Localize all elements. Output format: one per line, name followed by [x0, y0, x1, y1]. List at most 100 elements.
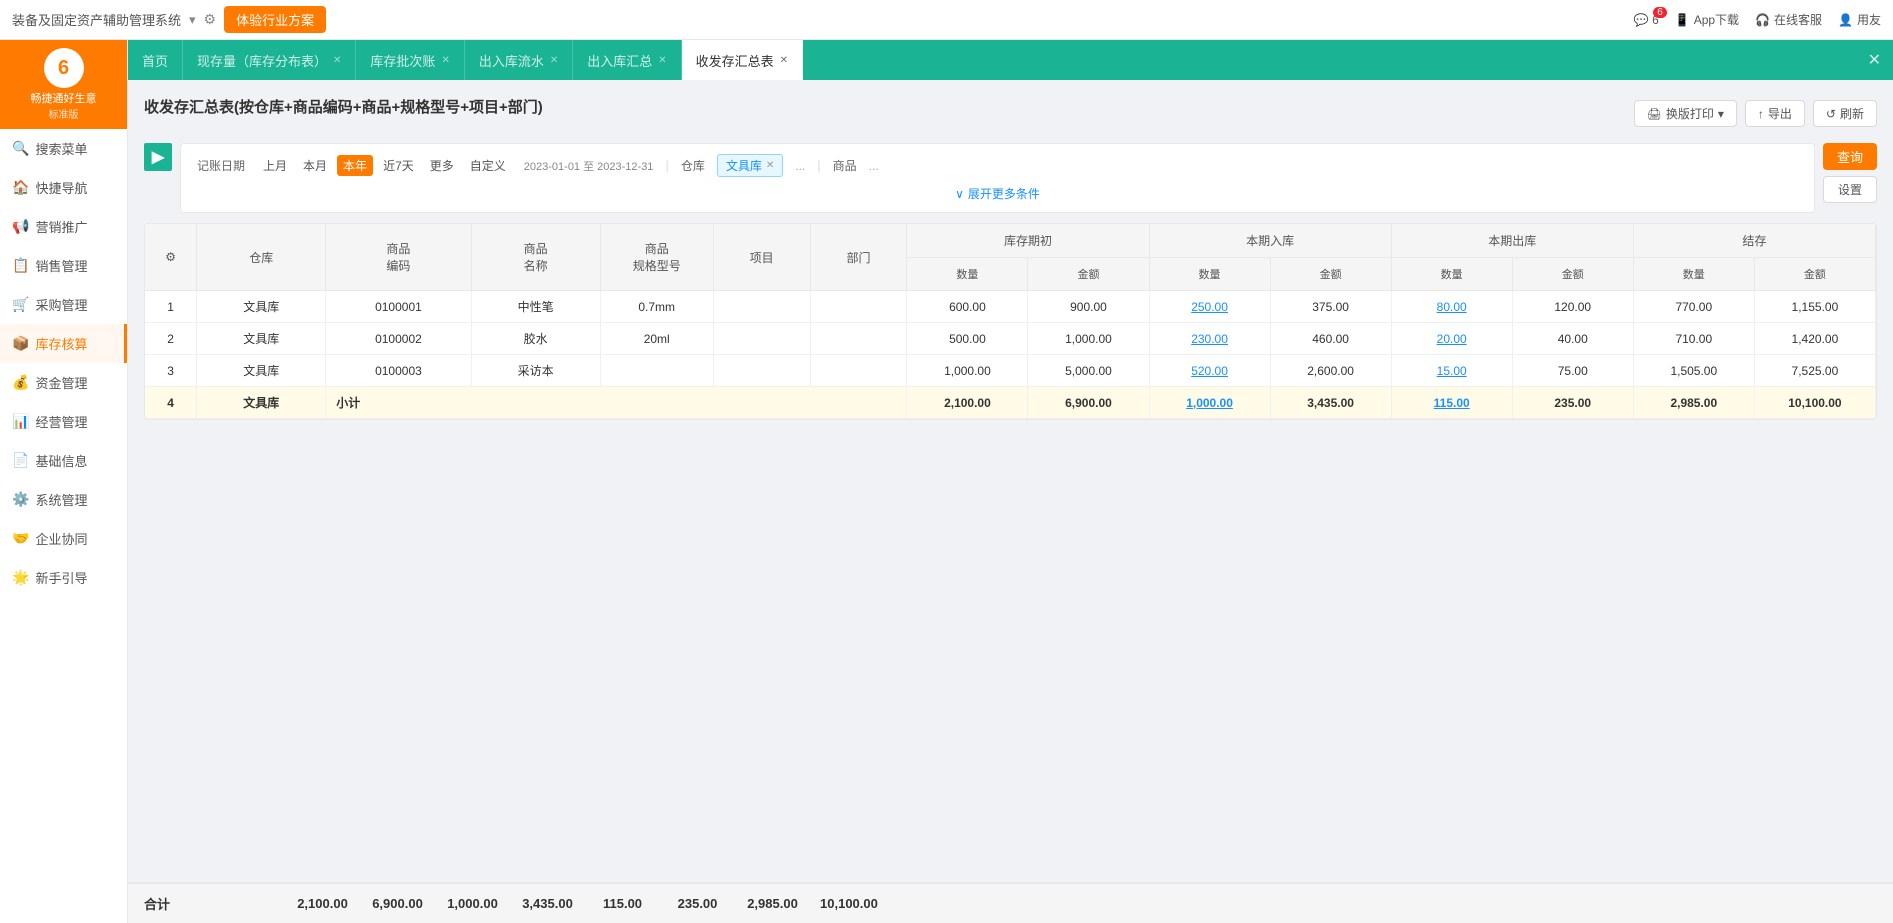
- expand-more-btn[interactable]: ∨ 展开更多条件: [955, 185, 1040, 202]
- tab-recv-send-close[interactable]: ✕: [780, 55, 788, 66]
- main-layout: 6 畅捷通好生意 标准版 🔍 搜索菜单 🏠 快捷导航 📢 营销推广: [0, 40, 1893, 923]
- main-table: ⚙ 仓库 商品编码 商品名称 商品规格型号 项目 部门 库存期初 本期入库 本期…: [145, 224, 1876, 419]
- print-button[interactable]: 🖨 换版打印 ▾: [1634, 100, 1737, 127]
- row3-out-amt: 75.00: [1512, 355, 1633, 387]
- sidebar-item-guide[interactable]: 🌟 新手引导: [0, 558, 127, 597]
- row1-open-qty: 600.00: [907, 291, 1028, 323]
- row1-in-qty[interactable]: 250.00: [1149, 291, 1270, 323]
- app-download-link[interactable]: 📱 App下载: [1675, 11, 1739, 28]
- footer-open-qty-val: 2,100.00: [285, 892, 360, 915]
- sidebar-item-inventory[interactable]: 📦 库存核算: [0, 324, 127, 363]
- query-button[interactable]: 查询: [1823, 143, 1877, 170]
- tab-stock-dist[interactable]: 现存量（库存分布表） ✕: [183, 40, 356, 80]
- notification-bell[interactable]: 💬 6 6: [1634, 13, 1659, 27]
- sidebar-item-marketing[interactable]: 📢 营销推广: [0, 207, 127, 246]
- shortcut-last-month[interactable]: 上月: [257, 155, 293, 176]
- row3-out-qty[interactable]: 15.00: [1391, 355, 1512, 387]
- row1-in-amt: 375.00: [1270, 291, 1391, 323]
- shortcut-this-month[interactable]: 本月: [297, 155, 333, 176]
- online-support-link[interactable]: 🎧 在线客服: [1755, 11, 1822, 28]
- gear-icon[interactable]: ⚙: [204, 11, 217, 28]
- tab-bar-close[interactable]: ✕: [1868, 50, 1893, 70]
- sidebar-label-operation: 经营管理: [35, 412, 87, 431]
- row2-project: [713, 323, 810, 355]
- sidebar-item-search[interactable]: 🔍 搜索菜单: [0, 129, 127, 168]
- table-row: 1 文具库 0100001 中性笔 0.7mm 600.00 900.00 25…: [145, 291, 1876, 323]
- sidebar-label-collab: 企业协同: [35, 529, 87, 548]
- refresh-icon: ↺: [1826, 107, 1836, 121]
- sidebar-item-finance[interactable]: 💰 资金管理: [0, 363, 127, 402]
- row1-out-qty[interactable]: 80.00: [1391, 291, 1512, 323]
- page-content: 收发存汇总表(按仓库+商品编码+商品+规格型号+项目+部门) 🖨 换版打印 ▾ …: [128, 80, 1893, 882]
- warehouse-more-btn[interactable]: ...: [795, 159, 805, 173]
- sidebar-menu: 🔍 搜索菜单 🏠 快捷导航 📢 营销推广 📋 销售管理 🛒 采购管: [0, 129, 127, 923]
- th-spec: 商品规格型号: [600, 224, 713, 291]
- row2-out-qty[interactable]: 20.00: [1391, 323, 1512, 355]
- subtotal-in-amt: 3,435.00: [1270, 387, 1391, 419]
- row1-num: 1: [145, 291, 197, 323]
- trial-button[interactable]: 体验行业方案: [224, 6, 326, 33]
- sidebar-item-quick[interactable]: 🏠 快捷导航: [0, 168, 127, 207]
- expand-chevron-icon: ∨: [955, 187, 964, 201]
- tab-bar: 首页 现存量（库存分布表） ✕ 库存批次账 ✕ 出入库流水 ✕ 出入库汇总 ✕: [128, 40, 1893, 80]
- shortcut-more[interactable]: 更多: [424, 155, 460, 176]
- tab-flow-close[interactable]: ✕: [550, 55, 558, 66]
- th-in-qty: 数量: [1149, 258, 1270, 291]
- shortcut-custom[interactable]: 自定义: [464, 155, 512, 176]
- footer-out-qty-val: 115.00: [585, 892, 660, 915]
- user-avatar-area[interactable]: 👤 用友: [1838, 11, 1881, 28]
- shortcut-this-year[interactable]: 本年: [337, 155, 373, 176]
- sales-icon: 📋: [12, 257, 29, 274]
- row2-in-qty[interactable]: 230.00: [1149, 323, 1270, 355]
- th-open-amt: 金额: [1028, 258, 1149, 291]
- refresh-button[interactable]: ↺ 刷新: [1813, 100, 1877, 127]
- sidebar-item-sales[interactable]: 📋 销售管理: [0, 246, 127, 285]
- sidebar: 6 畅捷通好生意 标准版 🔍 搜索菜单 🏠 快捷导航 📢 营销推广: [0, 40, 128, 923]
- tab-home[interactable]: 首页: [128, 40, 183, 80]
- guide-icon: 🌟: [12, 569, 29, 586]
- logo-title: 畅捷通好生意: [8, 90, 119, 106]
- row1-project: [713, 291, 810, 323]
- tab-summary[interactable]: 出入库汇总 ✕: [573, 40, 681, 80]
- subtotal-out-qty[interactable]: 115.00: [1391, 387, 1512, 419]
- shortcut-7days[interactable]: 近7天: [377, 155, 420, 176]
- sidebar-item-system[interactable]: ⚙️ 系统管理: [0, 480, 127, 519]
- tab-recv-send[interactable]: 收发存汇总表 ✕: [682, 40, 803, 80]
- settings-button[interactable]: 设置: [1823, 176, 1877, 203]
- goods-more-btn[interactable]: ...: [869, 159, 879, 173]
- export-button[interactable]: ↑ 导出: [1745, 100, 1805, 127]
- tab-summary-close[interactable]: ✕: [658, 55, 666, 66]
- warehouse-tag: 文具库 ✕: [717, 154, 783, 177]
- th-settings[interactable]: ⚙: [145, 224, 197, 291]
- logo-subtitle: 标准版: [8, 106, 119, 121]
- th-current-in: 本期入库: [1149, 224, 1391, 258]
- footer-bal-qty-val: 2,985.00: [735, 892, 810, 915]
- tab-stock-dist-close[interactable]: ✕: [333, 55, 341, 66]
- th-code: 商品编码: [326, 224, 471, 291]
- tab-flow[interactable]: 出入库流水 ✕: [465, 40, 573, 80]
- th-in-amt: 金额: [1270, 258, 1391, 291]
- sidebar-label-marketing: 营销推广: [35, 217, 87, 236]
- row1-name: 中性笔: [471, 291, 600, 323]
- th-bal-qty: 数量: [1633, 258, 1754, 291]
- tab-batch-close[interactable]: ✕: [441, 55, 449, 66]
- row3-in-amt: 2,600.00: [1270, 355, 1391, 387]
- sidebar-item-operation[interactable]: 📊 经营管理: [0, 402, 127, 441]
- subtotal-open-amt: 6,900.00: [1028, 387, 1149, 419]
- warehouse-tag-close[interactable]: ✕: [766, 160, 774, 171]
- phone-icon: 📱: [1675, 13, 1690, 27]
- sidebar-item-base[interactable]: 📄 基础信息: [0, 441, 127, 480]
- system-dropdown-icon[interactable]: ▾: [189, 12, 196, 28]
- table-row: 2 文具库 0100002 胶水 20ml 500.00 1,000.00 23…: [145, 323, 1876, 355]
- sidebar-item-collab[interactable]: 🤝 企业协同: [0, 519, 127, 558]
- date-shortcuts: 上月 本月 本年 近7天 更多 自定义: [257, 155, 512, 176]
- subtotal-in-qty[interactable]: 1,000.00: [1149, 387, 1270, 419]
- row3-code: 0100003: [326, 355, 471, 387]
- tab-batch[interactable]: 库存批次账 ✕: [356, 40, 464, 80]
- row3-in-qty[interactable]: 520.00: [1149, 355, 1270, 387]
- sidebar-item-purchase[interactable]: 🛒 采购管理: [0, 285, 127, 324]
- filter-toggle-button[interactable]: ▶: [144, 143, 172, 171]
- row3-num: 3: [145, 355, 197, 387]
- subtotal-bal-qty: 2,985.00: [1633, 387, 1754, 419]
- th-out-amt: 金额: [1512, 258, 1633, 291]
